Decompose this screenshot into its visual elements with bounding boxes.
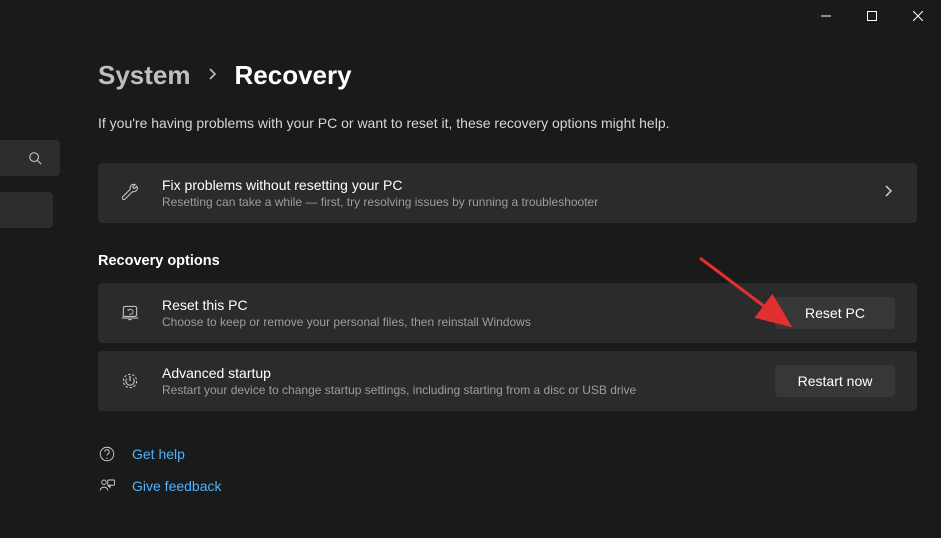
wrench-icon: [120, 183, 156, 203]
close-button[interactable]: [895, 0, 941, 32]
page-subtitle: If you're having problems with your PC o…: [98, 115, 917, 131]
get-help-link[interactable]: Get help: [98, 445, 917, 463]
sidebar: [0, 140, 65, 228]
get-help-text: Get help: [132, 446, 185, 462]
chevron-right-icon: [883, 184, 895, 202]
advanced-startup-title: Advanced startup: [162, 365, 775, 381]
reset-pc-title: Reset this PC: [162, 297, 775, 313]
window-titlebar: [803, 0, 941, 32]
maximize-button[interactable]: [849, 0, 895, 32]
breadcrumb: System Recovery: [98, 60, 917, 91]
chevron-right-icon: [209, 67, 217, 85]
maximize-icon: [867, 11, 877, 21]
feedback-icon: [98, 477, 118, 495]
reset-pc-desc: Choose to keep or remove your personal f…: [162, 315, 775, 329]
reset-pc-icon: [120, 303, 156, 323]
sidebar-item-system[interactable]: [0, 192, 53, 228]
breadcrumb-parent[interactable]: System: [98, 60, 191, 91]
page-title: Recovery: [235, 60, 352, 91]
search-input[interactable]: [0, 140, 60, 176]
reset-pc-button[interactable]: Reset PC: [775, 297, 895, 329]
give-feedback-text: Give feedback: [132, 478, 222, 494]
fix-problems-card[interactable]: Fix problems without resetting your PC R…: [98, 163, 917, 223]
advanced-startup-card: Advanced startup Restart your device to …: [98, 351, 917, 411]
reset-pc-card: Reset this PC Choose to keep or remove y…: [98, 283, 917, 343]
restart-now-button[interactable]: Restart now: [775, 365, 895, 397]
search-icon: [28, 151, 42, 165]
close-icon: [913, 11, 923, 21]
power-settings-icon: [120, 371, 156, 391]
minimize-button[interactable]: [803, 0, 849, 32]
content-area: System Recovery If you're having problem…: [98, 60, 917, 509]
help-icon: [98, 445, 118, 463]
section-recovery-options: Recovery options: [98, 253, 917, 269]
fix-problems-desc: Resetting can take a while — first, try …: [162, 195, 883, 209]
give-feedback-link[interactable]: Give feedback: [98, 477, 917, 495]
minimize-icon: [821, 11, 831, 21]
footer-links: Get help Give feedback: [98, 445, 917, 495]
advanced-startup-desc: Restart your device to change startup se…: [162, 383, 775, 397]
fix-problems-title: Fix problems without resetting your PC: [162, 177, 883, 193]
